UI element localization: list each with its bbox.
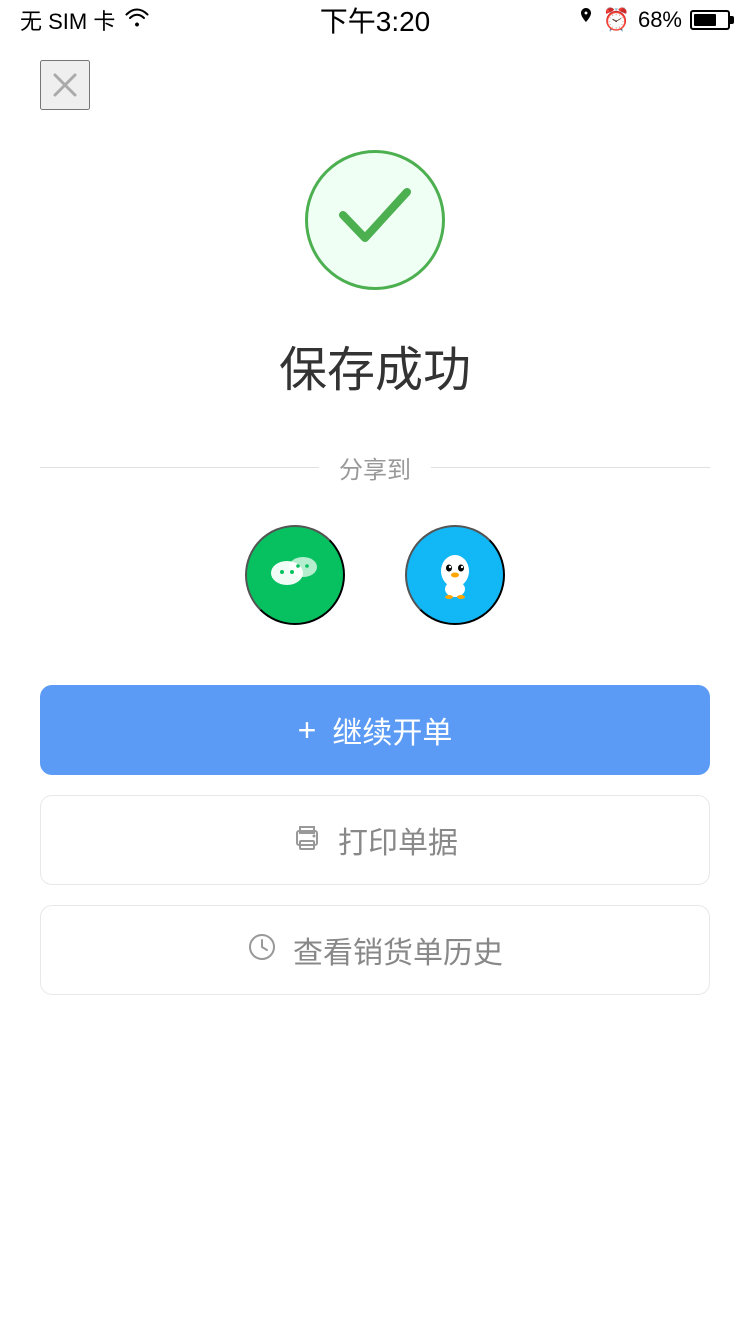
print-button[interactable]: 打印单据 xyxy=(40,795,710,885)
success-title: 保存成功 xyxy=(279,330,471,400)
wifi-icon xyxy=(123,6,151,34)
divider-left xyxy=(40,467,319,468)
qq-icon xyxy=(425,545,485,605)
checkmark-icon xyxy=(335,180,415,261)
status-bar: 无 SIM 卡 下午3:20 ⏰ 68% xyxy=(0,0,750,40)
share-label: 分享到 xyxy=(339,450,411,485)
close-icon xyxy=(50,70,80,100)
sim-status: 无 SIM 卡 xyxy=(20,4,115,36)
history-icon xyxy=(247,932,277,969)
continue-button[interactable]: + 继续开单 xyxy=(40,685,710,775)
status-left: 无 SIM 卡 xyxy=(20,4,151,36)
qq-share-button[interactable] xyxy=(405,525,505,625)
battery-percent: 68% xyxy=(638,7,682,33)
wechat-share-button[interactable] xyxy=(245,525,345,625)
history-label: 查看销货单历史 xyxy=(293,928,503,972)
print-label: 打印单据 xyxy=(338,818,458,862)
action-buttons: + 继续开单 打印单据 查看销货单历史 xyxy=(40,685,710,995)
location-icon xyxy=(577,7,595,33)
success-circle xyxy=(305,150,445,290)
wechat-icon xyxy=(265,545,325,605)
history-button[interactable]: 查看销货单历史 xyxy=(40,905,710,995)
main-content: 保存成功 分享到 xyxy=(0,40,750,995)
printer-icon xyxy=(292,823,322,858)
share-divider: 分享到 xyxy=(40,450,710,485)
battery-icon xyxy=(690,10,730,30)
alarm-icon: ⏰ xyxy=(603,7,630,33)
continue-label: 继续开单 xyxy=(332,708,452,752)
share-icons xyxy=(245,525,505,625)
close-button[interactable] xyxy=(40,60,90,110)
plus-icon: + xyxy=(298,712,317,749)
status-time: 下午3:20 xyxy=(320,0,431,40)
divider-right xyxy=(431,467,710,468)
status-right: ⏰ 68% xyxy=(577,7,730,33)
